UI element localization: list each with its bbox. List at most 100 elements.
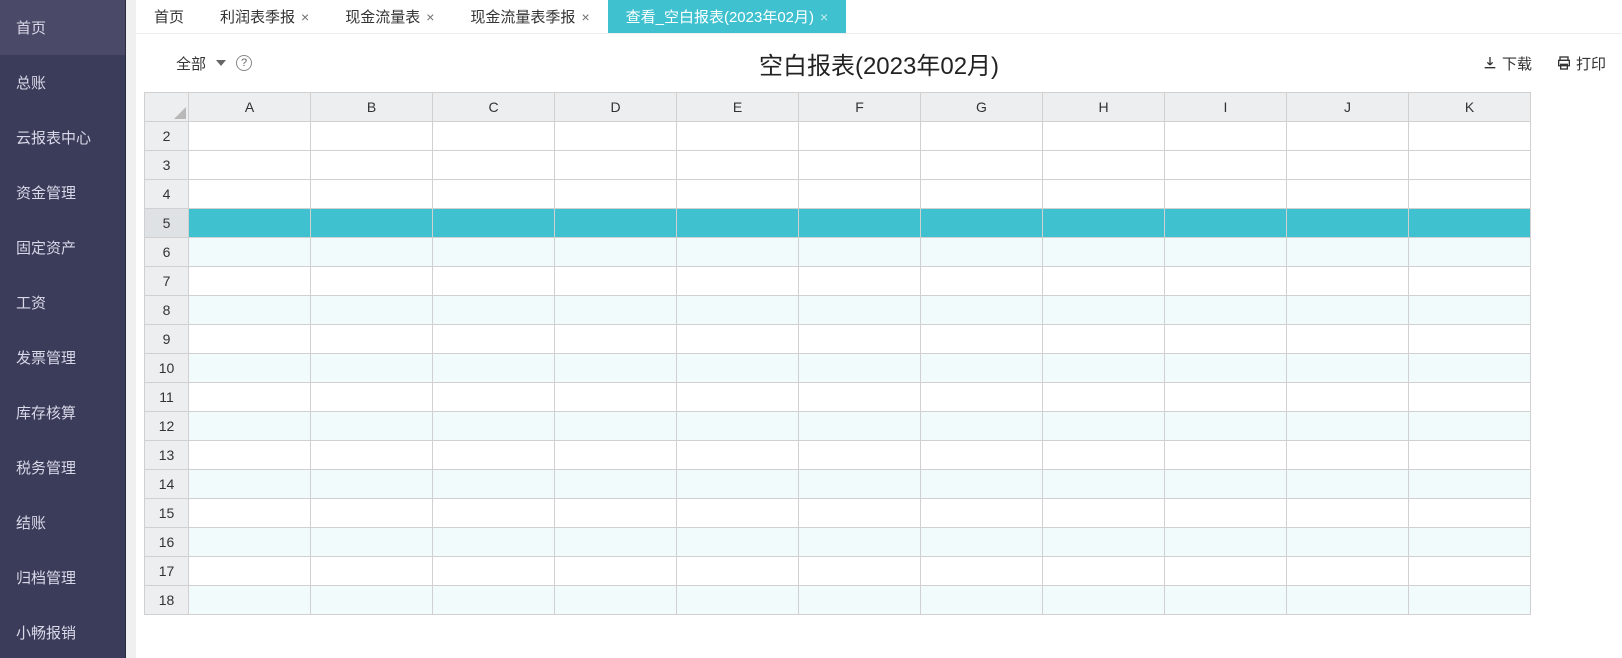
cell-B15[interactable]	[311, 499, 433, 528]
sidebar-item-7[interactable]: 库存核算	[0, 385, 125, 440]
cell-H16[interactable]	[1043, 528, 1165, 557]
cell-A12[interactable]	[189, 412, 311, 441]
cell-G11[interactable]	[921, 383, 1043, 412]
cell-D5[interactable]	[555, 209, 677, 238]
cell-J10[interactable]	[1287, 354, 1409, 383]
cell-B14[interactable]	[311, 470, 433, 499]
row-header-5[interactable]: 5	[145, 209, 189, 238]
row-header-17[interactable]: 17	[145, 557, 189, 586]
cell-J18[interactable]	[1287, 586, 1409, 615]
cell-F8[interactable]	[799, 296, 921, 325]
sidebar-item-10[interactable]: 归档管理	[0, 550, 125, 605]
cell-A17[interactable]	[189, 557, 311, 586]
cell-K12[interactable]	[1409, 412, 1531, 441]
cell-F17[interactable]	[799, 557, 921, 586]
cell-F6[interactable]	[799, 238, 921, 267]
cell-J3[interactable]	[1287, 151, 1409, 180]
close-icon[interactable]: ×	[581, 9, 589, 25]
cell-B5[interactable]	[311, 209, 433, 238]
cell-I12[interactable]	[1165, 412, 1287, 441]
filter-dropdown[interactable]: 全部 ?	[176, 53, 252, 74]
cell-J12[interactable]	[1287, 412, 1409, 441]
cell-E17[interactable]	[677, 557, 799, 586]
cell-I10[interactable]	[1165, 354, 1287, 383]
cell-E4[interactable]	[677, 180, 799, 209]
cell-K4[interactable]	[1409, 180, 1531, 209]
cell-H14[interactable]	[1043, 470, 1165, 499]
row-header-11[interactable]: 11	[145, 383, 189, 412]
cell-G6[interactable]	[921, 238, 1043, 267]
cell-H7[interactable]	[1043, 267, 1165, 296]
cell-F16[interactable]	[799, 528, 921, 557]
cell-J15[interactable]	[1287, 499, 1409, 528]
cell-F3[interactable]	[799, 151, 921, 180]
cell-B16[interactable]	[311, 528, 433, 557]
row-header-10[interactable]: 10	[145, 354, 189, 383]
cell-E14[interactable]	[677, 470, 799, 499]
cell-B13[interactable]	[311, 441, 433, 470]
cell-D7[interactable]	[555, 267, 677, 296]
row-header-6[interactable]: 6	[145, 238, 189, 267]
cell-K5[interactable]	[1409, 209, 1531, 238]
cell-G18[interactable]	[921, 586, 1043, 615]
cell-A2[interactable]	[189, 122, 311, 151]
cell-A18[interactable]	[189, 586, 311, 615]
cell-C13[interactable]	[433, 441, 555, 470]
cell-H6[interactable]	[1043, 238, 1165, 267]
cell-G13[interactable]	[921, 441, 1043, 470]
sidebar-item-11[interactable]: 小畅报销	[0, 605, 125, 658]
cell-B6[interactable]	[311, 238, 433, 267]
cell-H18[interactable]	[1043, 586, 1165, 615]
cell-D15[interactable]	[555, 499, 677, 528]
cell-K8[interactable]	[1409, 296, 1531, 325]
column-header-C[interactable]: C	[433, 93, 555, 122]
cell-G10[interactable]	[921, 354, 1043, 383]
cell-H11[interactable]	[1043, 383, 1165, 412]
cell-G8[interactable]	[921, 296, 1043, 325]
cell-A16[interactable]	[189, 528, 311, 557]
cell-K9[interactable]	[1409, 325, 1531, 354]
cell-G12[interactable]	[921, 412, 1043, 441]
cell-G15[interactable]	[921, 499, 1043, 528]
spreadsheet[interactable]: ABCDEFGHIJK23456789101112131415161718	[136, 92, 1622, 658]
cell-G9[interactable]	[921, 325, 1043, 354]
cell-J16[interactable]	[1287, 528, 1409, 557]
cell-K10[interactable]	[1409, 354, 1531, 383]
cell-C17[interactable]	[433, 557, 555, 586]
cell-A10[interactable]	[189, 354, 311, 383]
sidebar-item-5[interactable]: 工资	[0, 275, 125, 330]
cell-F5[interactable]	[799, 209, 921, 238]
cell-F2[interactable]	[799, 122, 921, 151]
cell-I14[interactable]	[1165, 470, 1287, 499]
cell-H5[interactable]	[1043, 209, 1165, 238]
cell-G4[interactable]	[921, 180, 1043, 209]
cell-E2[interactable]	[677, 122, 799, 151]
cell-A11[interactable]	[189, 383, 311, 412]
row-header-18[interactable]: 18	[145, 586, 189, 615]
cell-E9[interactable]	[677, 325, 799, 354]
tab-4[interactable]: 查看_空白报表(2023年02月)×	[608, 0, 847, 33]
cell-B2[interactable]	[311, 122, 433, 151]
cell-K16[interactable]	[1409, 528, 1531, 557]
cell-H9[interactable]	[1043, 325, 1165, 354]
cell-G14[interactable]	[921, 470, 1043, 499]
cell-I11[interactable]	[1165, 383, 1287, 412]
cell-I16[interactable]	[1165, 528, 1287, 557]
cell-B18[interactable]	[311, 586, 433, 615]
row-header-4[interactable]: 4	[145, 180, 189, 209]
cell-J6[interactable]	[1287, 238, 1409, 267]
cell-D10[interactable]	[555, 354, 677, 383]
cell-I9[interactable]	[1165, 325, 1287, 354]
cell-H10[interactable]	[1043, 354, 1165, 383]
cell-F18[interactable]	[799, 586, 921, 615]
cell-C2[interactable]	[433, 122, 555, 151]
cell-J4[interactable]	[1287, 180, 1409, 209]
cell-K15[interactable]	[1409, 499, 1531, 528]
cell-E3[interactable]	[677, 151, 799, 180]
sidebar-item-1[interactable]: 总账	[0, 55, 125, 110]
cell-I13[interactable]	[1165, 441, 1287, 470]
cell-J13[interactable]	[1287, 441, 1409, 470]
row-header-8[interactable]: 8	[145, 296, 189, 325]
cell-K6[interactable]	[1409, 238, 1531, 267]
cell-K7[interactable]	[1409, 267, 1531, 296]
